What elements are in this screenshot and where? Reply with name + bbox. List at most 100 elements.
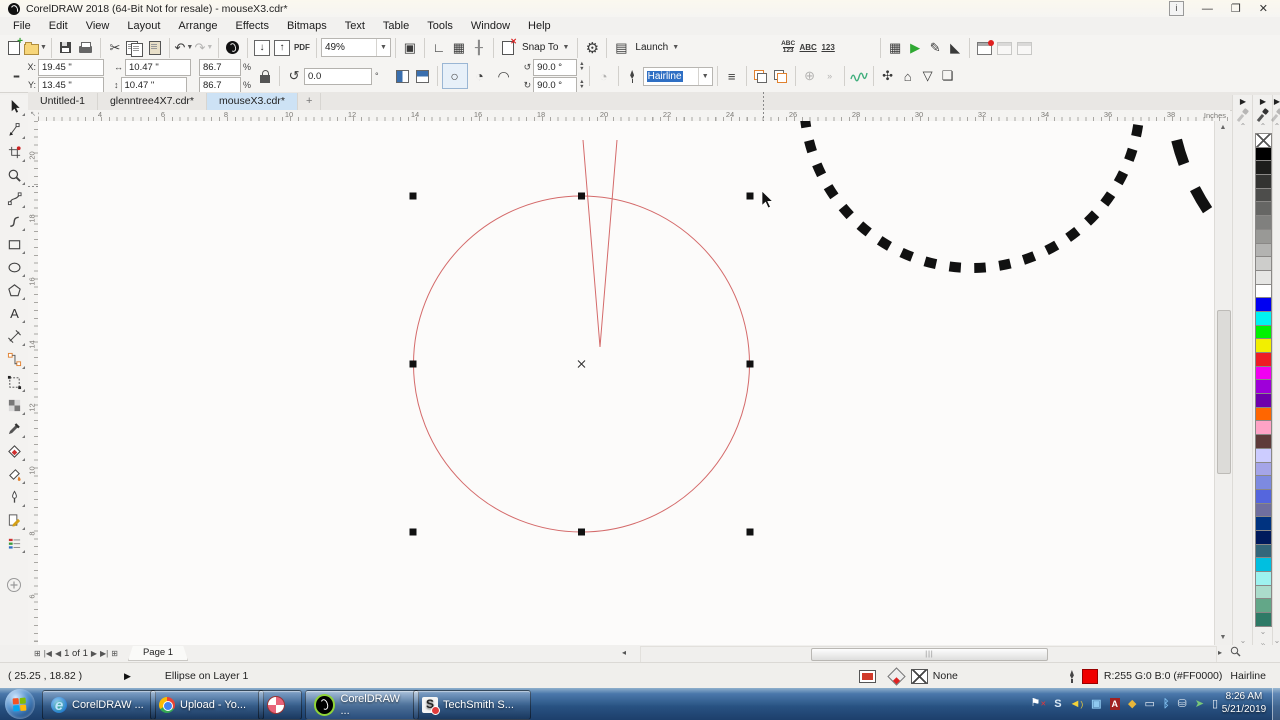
document-color-settings-icon[interactable]	[858, 669, 876, 683]
first-page-icon[interactable]: |◀	[44, 649, 52, 658]
network-icon[interactable]: ⛁	[1178, 698, 1187, 710]
object-height-input[interactable]: 10.47 "	[120, 76, 187, 94]
last-page-icon[interactable]: ▶|	[100, 649, 108, 658]
table-icon[interactable]: ▦	[885, 37, 905, 58]
bspline-tool[interactable]	[1, 210, 27, 233]
scale-x-input[interactable]: 86.7	[199, 58, 241, 76]
palette-swatch[interactable]	[1255, 571, 1272, 586]
measure-icon[interactable]: ◣	[945, 37, 965, 58]
palette-swatch[interactable]	[1255, 406, 1272, 422]
snagit-tray-icon[interactable]: S	[1054, 698, 1061, 710]
next-page-icon[interactable]: ▶	[91, 649, 97, 658]
undo-icon[interactable]: ↶ ▼	[174, 37, 194, 58]
menu-item[interactable]: Arrange	[169, 18, 226, 34]
ellipse-mode-button[interactable]: ○	[441, 63, 468, 89]
calendar-wizard-icon[interactable]	[974, 37, 994, 58]
outline-status-icon[interactable]	[1068, 669, 1077, 683]
taskbar-coreldraw-button[interactable]: CorelDRAW ...	[305, 690, 419, 720]
wrap-text-icon[interactable]: ≡	[722, 66, 742, 87]
palette-flyout-icon[interactable]: ▶	[1274, 95, 1280, 108]
object-x-input[interactable]: 19.45 "	[38, 58, 104, 76]
volume-icon[interactable]: ◄)	[1070, 698, 1084, 711]
fullscreen-icon[interactable]: ▣	[400, 37, 420, 58]
connector-tool[interactable]	[1, 348, 27, 371]
account-icon[interactable]: i	[1168, 1, 1184, 16]
palette-swatch[interactable]	[1255, 488, 1272, 504]
menu-item[interactable]: Bitmaps	[278, 18, 336, 34]
scroll-down-icon[interactable]: ▼	[1215, 631, 1231, 645]
edit-anchor-icon[interactable]: ❏	[938, 66, 958, 87]
palette-swatch[interactable]	[1255, 365, 1272, 381]
palette-swatch[interactable]	[1255, 269, 1272, 285]
show-rulers-icon[interactable]: ∟	[429, 37, 449, 58]
palette-swatch[interactable]	[1255, 187, 1272, 203]
outline-pen-tool[interactable]	[1, 486, 27, 509]
rectangle-tool[interactable]	[1, 233, 27, 256]
restore-button[interactable]: ❐	[1231, 2, 1241, 15]
new-document-icon[interactable]	[4, 36, 24, 58]
palette-swatch[interactable]	[1255, 146, 1272, 162]
overflow-chevron-icon[interactable]: »	[820, 66, 840, 87]
scroll-right-icon[interactable]: ▸	[1218, 648, 1222, 657]
freehand-tool[interactable]	[1, 187, 27, 210]
action-center-icon[interactable]: ⚑✕	[1030, 697, 1046, 711]
palette-scroll-up-icon[interactable]: ⌃	[1274, 122, 1280, 133]
menu-item[interactable]: Help	[519, 18, 560, 34]
palette-swatch[interactable]	[1255, 310, 1272, 326]
shape-tool[interactable]	[1, 118, 27, 141]
display-tray-icon[interactable]: ▭	[1144, 698, 1154, 710]
taskbar-ie-button[interactable]: e CorelDRAW ...	[42, 690, 156, 720]
taskbar-chrome-button[interactable]: Upload - Yo...	[150, 690, 264, 720]
smart-fill-tool[interactable]	[1, 463, 27, 486]
crop-tool[interactable]	[1, 141, 27, 164]
add-page-before-icon[interactable]: ⊞	[34, 649, 41, 658]
horizontal-scroll-thumb[interactable]: |||	[811, 648, 1048, 661]
arc-mode-button[interactable]: ◠	[492, 64, 516, 88]
outline-width-combo[interactable]: Hairline ▼	[642, 66, 713, 86]
palette-scroll-up-icon[interactable]: ⌃	[1260, 122, 1267, 133]
palette-swatch[interactable]	[1255, 447, 1272, 463]
dimension-tool[interactable]	[1, 325, 27, 348]
palette-swatch[interactable]	[1255, 256, 1272, 271]
show-desktop-button[interactable]	[1272, 688, 1280, 720]
end-angle-input[interactable]: 90.0 °	[533, 76, 578, 94]
end-angle-spinner[interactable]: ▲ ▼	[579, 79, 584, 90]
launch-dropdown[interactable]: Launch ▼	[631, 42, 683, 53]
to-front-icon[interactable]	[751, 66, 771, 87]
tab-mousex3[interactable]: mouseX3.cdr*	[207, 93, 298, 110]
add-page-after-icon[interactable]: ⊞	[111, 649, 118, 658]
pdf-icon[interactable]: PDF	[292, 37, 312, 58]
pie-mode-button[interactable]: ◔	[468, 64, 492, 88]
mirror-horizontal-icon[interactable]	[393, 66, 413, 87]
text-tool[interactable]: A	[1, 302, 27, 325]
menu-item[interactable]: Tools	[418, 18, 462, 34]
drop-shadow-tool[interactable]	[1, 371, 27, 394]
menu-item[interactable]: Effects	[227, 18, 278, 34]
snap-off-icon[interactable]	[498, 37, 518, 58]
pick-tool[interactable]	[1, 95, 27, 118]
palette-swatch[interactable]	[1255, 434, 1272, 449]
taskbar-clock[interactable]: 8:26 AM 5/21/2019	[1218, 690, 1270, 716]
palette-flyout-icon[interactable]: ▶	[1240, 95, 1246, 108]
palette-swatch[interactable]	[1255, 529, 1272, 545]
object-y-input[interactable]: 13.45 "	[38, 76, 104, 94]
status-flyout-icon[interactable]: ▶	[124, 671, 131, 682]
object-width-input[interactable]: 10.47 "	[125, 58, 191, 76]
fill-status-icon[interactable]	[887, 666, 906, 686]
extrude-effect-icon[interactable]: ▽	[918, 66, 938, 87]
snap-to-dropdown[interactable]: Snap To ▼	[518, 42, 573, 53]
palette-eyedropper-icon[interactable]	[1237, 108, 1249, 122]
new-tab-button[interactable]: +	[298, 93, 322, 110]
horizontal-scrollbar[interactable]: |||	[640, 646, 1217, 663]
palette-swatch[interactable]	[1255, 160, 1272, 176]
menu-item[interactable]: File	[4, 18, 40, 34]
minimize-button[interactable]: —	[1202, 3, 1213, 15]
change-direction-icon[interactable]: ◔	[594, 66, 614, 87]
zoom-tool[interactable]	[1, 164, 27, 187]
open-icon[interactable]: ▼	[24, 37, 47, 58]
palette-swatch[interactable]	[1255, 297, 1272, 312]
palette-scroll-down-icon[interactable]: ⌄	[1260, 627, 1267, 638]
tab-glenntree[interactable]: glenntree4X7.cdr*	[98, 93, 208, 110]
launch-icon[interactable]: ▤	[611, 37, 631, 58]
start-button[interactable]	[5, 689, 35, 719]
